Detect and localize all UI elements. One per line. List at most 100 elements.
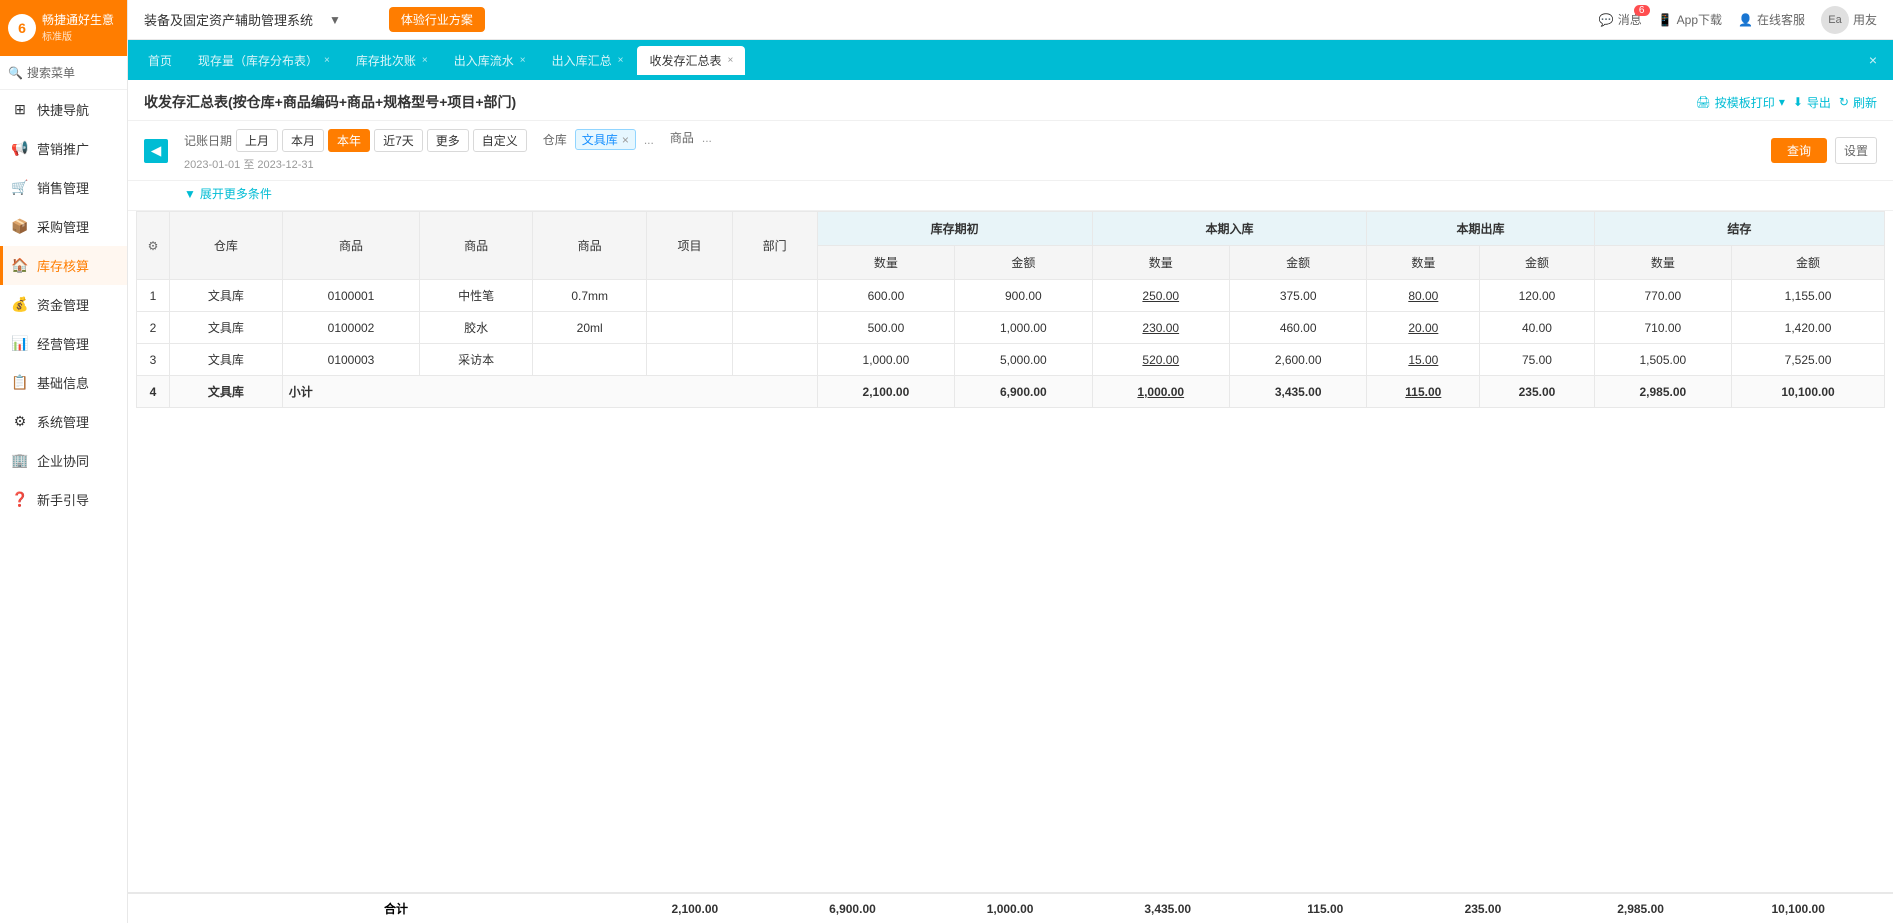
sidebar-item-label: 企业协同	[37, 451, 89, 470]
sidebar-item-base[interactable]: 📋 基础信息	[0, 363, 127, 402]
out-qty-link[interactable]: 20.00	[1408, 321, 1438, 335]
cell-warehouse: 文具库	[170, 376, 283, 408]
sidebar-item-label: 经营管理	[37, 334, 89, 353]
cell-out-qty: 15.00	[1367, 344, 1480, 376]
sales-icon: 🛒	[11, 179, 29, 197]
tab-close-batch[interactable]: ×	[422, 55, 428, 66]
sidebar-item-guide[interactable]: ❓ 新手引导	[0, 480, 127, 519]
page-header: 收发存汇总表(按仓库+商品编码+商品+规格型号+项目+部门) 🖨 按模板打印 ▾…	[128, 80, 1893, 121]
col-in-amt: 金额	[1229, 246, 1366, 280]
group-balance: 结存	[1594, 212, 1884, 246]
goods-more[interactable]: ...	[702, 131, 712, 145]
col-bal-qty: 数量	[1594, 246, 1731, 280]
in-qty-link[interactable]: 520.00	[1142, 353, 1179, 367]
try-industry-btn[interactable]: 体验行业方案	[389, 7, 485, 32]
btn-this-year[interactable]: 本年	[328, 129, 370, 152]
sidebar: 6 畅捷通好生意 标准版 🔍 搜索菜单 ⊞ 快捷导航 📢 营销推广 🛒 销售管理…	[0, 0, 128, 923]
btn-this-month[interactable]: 本月	[282, 129, 324, 152]
cell-project	[647, 344, 732, 376]
btn-7days[interactable]: 近7天	[374, 129, 423, 152]
tab-bar: 首页 现存量（库存分布表） × 库存批次账 × 出入库流水 × 出入库汇总 × …	[128, 40, 1893, 80]
tab-stock-distribution[interactable]: 现存量（库存分布表） ×	[186, 46, 342, 75]
message-badge: 6	[1634, 5, 1650, 16]
sidebar-item-system[interactable]: ⚙ 系统管理	[0, 402, 127, 441]
tab-close-inout-flow[interactable]: ×	[520, 55, 526, 66]
cell-subtotal-label: 小计	[282, 376, 817, 408]
tab-close-inout-summary[interactable]: ×	[618, 55, 624, 66]
filter-collapse-btn[interactable]: ◀	[144, 139, 168, 163]
sidebar-item-quick-nav[interactable]: ⊞ 快捷导航	[0, 90, 127, 129]
sidebar-item-label: 系统管理	[37, 412, 89, 431]
sidebar-item-label: 资金管理	[37, 295, 89, 314]
cell-begin-qty: 500.00	[817, 312, 954, 344]
warehouse-tag-close[interactable]: ×	[622, 133, 629, 147]
in-qty-link[interactable]: 1,000.00	[1137, 385, 1184, 399]
date-range: 2023-01-01 至 2023-12-31	[184, 156, 527, 172]
footer-label: 合计	[176, 900, 616, 917]
sidebar-item-label: 库存核算	[37, 256, 89, 275]
query-btn[interactable]: 查询	[1771, 138, 1827, 163]
export-btn[interactable]: ⬇ 导出	[1793, 94, 1831, 111]
sidebar-search[interactable]: 🔍 搜索菜单	[0, 56, 127, 90]
table-settings-icon[interactable]: ⚙	[143, 236, 163, 256]
sidebar-item-inventory[interactable]: 🏠 库存核算	[0, 246, 127, 285]
tab-close-receive-send[interactable]: ×	[727, 55, 733, 66]
out-qty-link[interactable]: 115.00	[1405, 385, 1441, 399]
filter-row: 记账日期 上月 本月 本年 近7天 更多 自定义 2023-01-01 至 20…	[184, 129, 1755, 172]
tab-close-stock-distribution[interactable]: ×	[324, 55, 330, 66]
btn-more[interactable]: 更多	[427, 129, 469, 152]
enterprise-icon: 🏢	[11, 452, 29, 470]
data-table: ⚙ 仓库 商品 商品 商品 项目 部门 库存期初 本期入库 本期出库 结存	[136, 211, 1885, 408]
tab-inout-flow[interactable]: 出入库流水 ×	[442, 46, 538, 75]
cell-in-qty: 230.00	[1092, 312, 1229, 344]
in-qty-link[interactable]: 230.00	[1142, 321, 1179, 335]
message-action[interactable]: 💬 消息 6	[1599, 11, 1642, 28]
settings-btn[interactable]: 设置	[1835, 137, 1877, 164]
sidebar-item-business[interactable]: 📊 经营管理	[0, 324, 127, 363]
col-out-qty: 数量	[1367, 246, 1480, 280]
col-begin-qty: 数量	[817, 246, 954, 280]
btn-last-month[interactable]: 上月	[236, 129, 278, 152]
settings-col-header: ⚙	[137, 212, 170, 280]
col-code: 商品	[282, 212, 419, 280]
system-dropdown[interactable]: ▼	[329, 13, 341, 27]
sidebar-item-marketing[interactable]: 📢 营销推广	[0, 129, 127, 168]
col-begin-amt: 金额	[955, 246, 1092, 280]
sidebar-item-enterprise[interactable]: 🏢 企业协同	[0, 441, 127, 480]
footer-out-qty: 115.00	[1247, 902, 1405, 916]
out-qty-link[interactable]: 80.00	[1408, 289, 1438, 303]
print-btn[interactable]: 🖨 按模板打印 ▾	[1696, 94, 1785, 111]
sidebar-item-finance[interactable]: 💰 资金管理	[0, 285, 127, 324]
cell-warehouse: 文具库	[170, 312, 283, 344]
app-download-action[interactable]: 📱 App下载	[1658, 11, 1722, 28]
cell-bal-qty: 1,505.00	[1594, 344, 1731, 376]
tab-batch[interactable]: 库存批次账 ×	[344, 46, 440, 75]
refresh-btn[interactable]: ↻ 刷新	[1839, 94, 1877, 111]
online-service-action[interactable]: 👤 在线客服	[1738, 11, 1805, 28]
cell-spec: 20ml	[533, 312, 647, 344]
tab-receive-send[interactable]: 收发存汇总表 ×	[637, 46, 745, 75]
warehouse-more[interactable]: ...	[644, 133, 654, 147]
base-icon: 📋	[11, 374, 29, 392]
col-bal-amt: 金额	[1732, 246, 1885, 280]
btn-custom[interactable]: 自定义	[473, 129, 527, 152]
cell-out-qty: 80.00	[1367, 280, 1480, 312]
user-action[interactable]: Ea 用友	[1821, 6, 1877, 34]
cell-in-qty: 520.00	[1092, 344, 1229, 376]
in-qty-link[interactable]: 250.00	[1142, 289, 1179, 303]
cell-in-amt: 2,600.00	[1229, 344, 1366, 376]
tab-bar-close[interactable]: ×	[1861, 52, 1885, 68]
cell-out-amt: 120.00	[1480, 280, 1594, 312]
cell-begin-amt: 5,000.00	[955, 344, 1092, 376]
tab-inout-summary[interactable]: 出入库汇总 ×	[540, 46, 636, 75]
tab-home[interactable]: 首页	[136, 46, 184, 75]
phone-icon: 📱	[1658, 13, 1673, 27]
out-qty-link[interactable]: 15.00	[1408, 353, 1438, 367]
expand-filter-btn[interactable]: ▼ 展开更多条件	[184, 185, 1877, 202]
page-title: 收发存汇总表(按仓库+商品编码+商品+规格型号+项目+部门)	[144, 92, 516, 112]
sidebar-item-sales[interactable]: 🛒 销售管理	[0, 168, 127, 207]
group-period-out: 本期出库	[1367, 212, 1594, 246]
cell-code: 0100003	[282, 344, 419, 376]
sidebar-item-purchase[interactable]: 📦 采购管理	[0, 207, 127, 246]
table-row: 1 文具库 0100001 中性笔 0.7mm 600.00 900.00 25…	[137, 280, 1885, 312]
